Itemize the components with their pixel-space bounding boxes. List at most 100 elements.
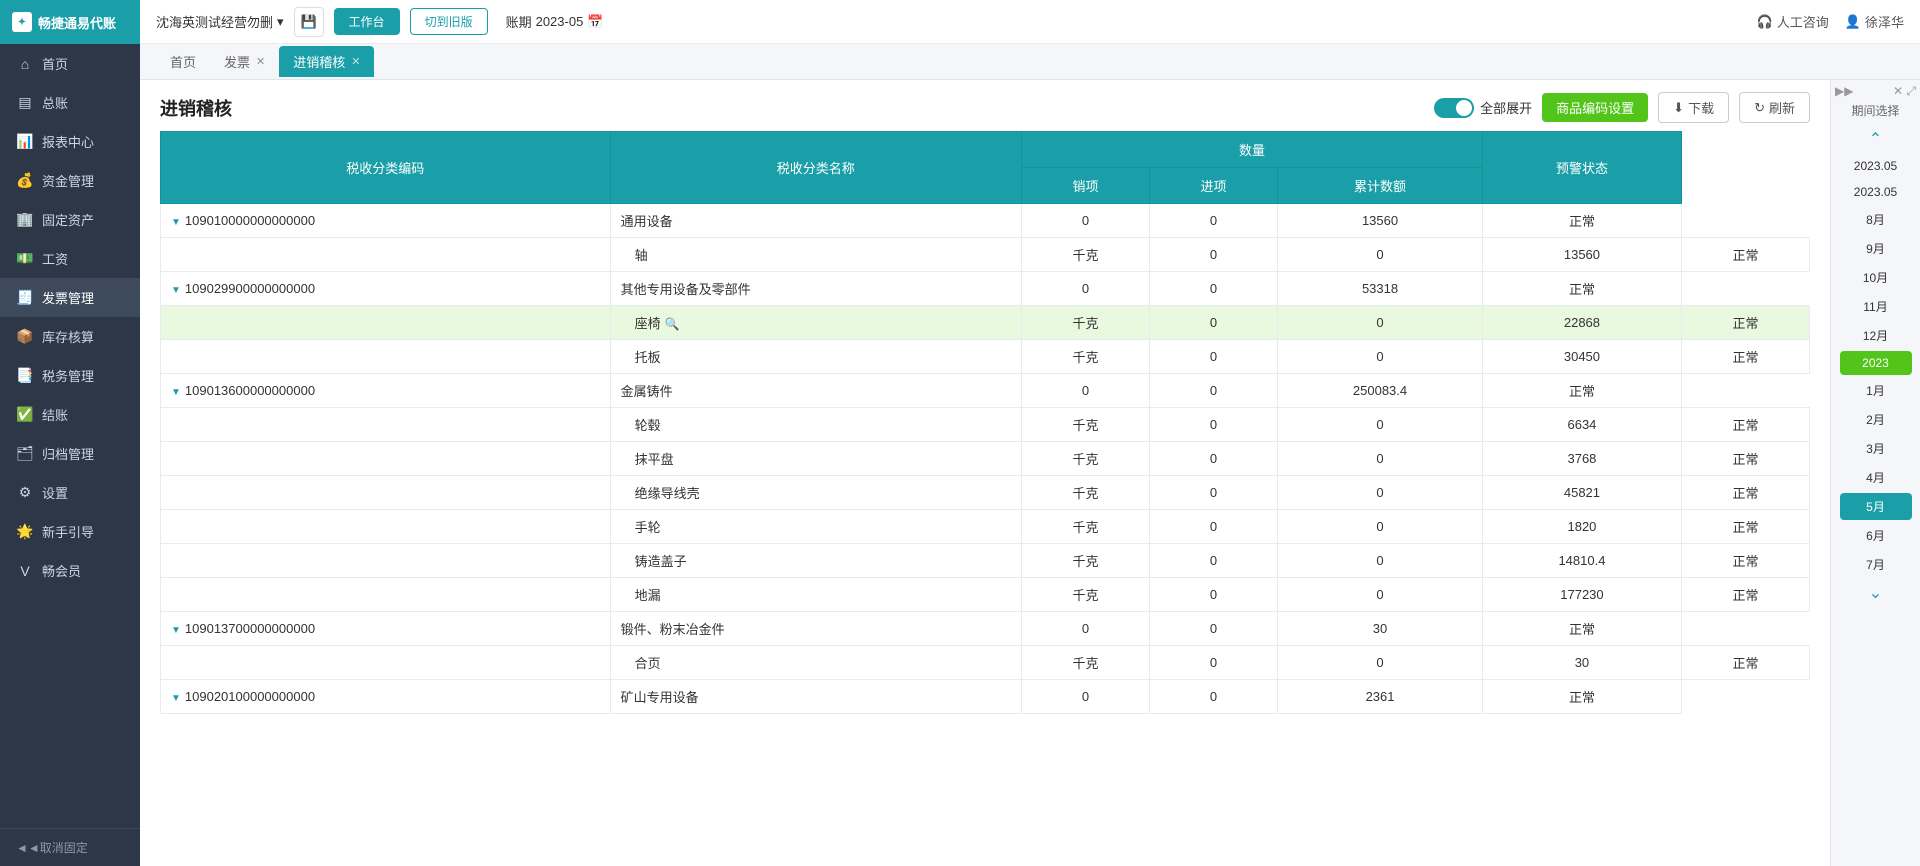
- table-row-sales: 0: [1150, 408, 1278, 442]
- service-button[interactable]: 🎧 人工咨询: [1757, 12, 1829, 31]
- expand-toggle[interactable]: [1434, 98, 1474, 118]
- table-row-unit: 千克: [1021, 476, 1149, 510]
- table-row-purchase: 0: [1278, 544, 1483, 578]
- tab-invoice[interactable]: 发票 ✕: [210, 46, 279, 77]
- table-row-sales: 0: [1150, 578, 1278, 612]
- ledger-icon: ▤: [16, 94, 34, 111]
- period-3[interactable]: 3月: [1840, 435, 1912, 462]
- expand-icon[interactable]: ▼: [171, 217, 181, 228]
- table-row-code: [161, 646, 611, 680]
- user-name: 徐泽华: [1865, 12, 1904, 31]
- table-row-unit: 千克: [1021, 646, 1149, 680]
- tab-invoice-close[interactable]: ✕: [256, 55, 265, 68]
- table-row-name: 通用设备: [610, 204, 1021, 238]
- settings-icon: ⚙: [16, 484, 34, 501]
- table-row-name: 轮毂: [610, 408, 1021, 442]
- sidebar-item-inventory[interactable]: 📦 库存核算: [0, 317, 140, 356]
- sidebar-item-assets[interactable]: 🏢 固定资产: [0, 200, 140, 239]
- save-button[interactable]: 💾: [294, 7, 324, 37]
- sidebar-footer-unpin[interactable]: ◄◄取消固定: [0, 828, 140, 866]
- table-row-sales: 0: [1150, 544, 1278, 578]
- download-btn[interactable]: ⬇ 下载: [1658, 92, 1729, 123]
- table-row-total: 30450: [1483, 340, 1682, 374]
- table-row: 轴 千克 0 0 13560 正常: [161, 238, 1810, 272]
- topbar: 沈海英测试经营勿删 ▾ 💾 工作台 切到旧版 账期 2023-05 📅 🎧 人工…: [140, 0, 1920, 44]
- panel-up-arrow[interactable]: ⌃: [1865, 125, 1886, 153]
- workspace-button[interactable]: 工作台: [334, 8, 400, 35]
- refresh-btn[interactable]: ↻ 刷新: [1739, 92, 1810, 123]
- tab-reconcile-label: 进销稽核: [293, 52, 345, 71]
- sidebar-item-checkout[interactable]: ✅ 结账: [0, 395, 140, 434]
- period-2[interactable]: 2月: [1840, 406, 1912, 433]
- period-7[interactable]: 7月: [1840, 551, 1912, 578]
- sidebar-item-tax[interactable]: 📑 税务管理: [0, 356, 140, 395]
- table-row-purchase: 0: [1150, 612, 1278, 646]
- table-row-status: 正常: [1681, 306, 1809, 340]
- table-row-code: [161, 578, 611, 612]
- col-quantity-group: 数量: [1021, 132, 1482, 168]
- company-selector[interactable]: 沈海英测试经营勿删 ▾: [156, 12, 284, 31]
- period-6[interactable]: 6月: [1840, 522, 1912, 549]
- period-12[interactable]: 12月: [1840, 322, 1912, 349]
- sidebar-item-home[interactable]: ⌂ 首页: [0, 44, 140, 83]
- period-1[interactable]: 1月: [1840, 377, 1912, 404]
- sidebar-item-report[interactable]: 📊 报表中心: [0, 122, 140, 161]
- table-row-purchase: 0: [1150, 272, 1278, 306]
- sidebar-item-ledger[interactable]: ▤ 总账: [0, 83, 140, 122]
- table-row-sales: 0: [1150, 340, 1278, 374]
- table-row-purchase: 0: [1278, 340, 1483, 374]
- period-4[interactable]: 4月: [1840, 464, 1912, 491]
- period-9[interactable]: 9月: [1840, 235, 1912, 262]
- tab-reconcile[interactable]: 进销稽核 ✕: [279, 46, 374, 77]
- expand-icon[interactable]: ▼: [171, 285, 181, 296]
- period-11[interactable]: 11月: [1840, 293, 1912, 320]
- guide-icon: 🌟: [16, 523, 34, 540]
- reconcile-table: 税收分类编码 税收分类名称 数量 预警状态 销项 进项 累计数额: [160, 131, 1810, 714]
- sidebar-item-invoice[interactable]: 🧾 发票管理: [0, 278, 140, 317]
- sidebar-item-archive[interactable]: 🗂 归档管理: [0, 434, 140, 473]
- period-8[interactable]: 8月: [1840, 206, 1912, 233]
- period-year-2023[interactable]: 2023: [1840, 351, 1912, 375]
- sidebar-item-settings[interactable]: ⚙ 设置: [0, 473, 140, 512]
- table-row-name: 绝缘导线壳: [610, 476, 1021, 510]
- calendar-icon[interactable]: 📅: [587, 14, 603, 30]
- sidebar-item-salary[interactable]: 💵 工资: [0, 239, 140, 278]
- table-row-sales: 0: [1021, 680, 1149, 714]
- period-5[interactable]: 5月: [1840, 493, 1912, 520]
- table-row: 轮毂 千克 0 0 6634 正常: [161, 408, 1810, 442]
- table-wrap: 税收分类编码 税收分类名称 数量 预警状态 销项 进项 累计数额: [140, 131, 1830, 866]
- switch-version-button[interactable]: 切到旧版: [410, 8, 488, 35]
- period-10[interactable]: 10月: [1840, 264, 1912, 291]
- sidebar-item-funds[interactable]: 💰 资金管理: [0, 161, 140, 200]
- table-row-sales: 0: [1150, 476, 1278, 510]
- main-area: 沈海英测试经营勿删 ▾ 💾 工作台 切到旧版 账期 2023-05 📅 🎧 人工…: [140, 0, 1920, 866]
- col-tax-name: 税收分类名称: [610, 132, 1021, 204]
- panel-down-arrow[interactable]: ⌄: [1865, 579, 1886, 607]
- table-row-sales: 0: [1150, 306, 1278, 340]
- period-display: 账期 2023-05 📅: [506, 12, 604, 31]
- table-row-code: [161, 442, 611, 476]
- tab-home[interactable]: 首页: [156, 46, 210, 77]
- period-2023-05-top[interactable]: 2023.05: [1840, 154, 1912, 178]
- table-row-name: 合页: [610, 646, 1021, 680]
- table-row-code: [161, 408, 611, 442]
- expand-icon[interactable]: ▼: [171, 625, 181, 636]
- expand-icon[interactable]: ▼: [171, 693, 181, 704]
- user-profile[interactable]: 👤 徐泽华: [1845, 12, 1904, 31]
- sidebar-item-guide[interactable]: 🌟 新手引导: [0, 512, 140, 551]
- table-row-code: ▼109020100000000000: [161, 680, 611, 714]
- table-row-total: 30: [1278, 612, 1483, 646]
- panel-close-icon[interactable]: ✕ ⤢: [1893, 84, 1916, 99]
- search-icon[interactable]: 🔍: [665, 317, 680, 331]
- product-code-btn[interactable]: 商品编码设置: [1542, 93, 1648, 122]
- period-2023-05-2[interactable]: 2023.05: [1840, 180, 1912, 204]
- table-row-purchase: 0: [1278, 510, 1483, 544]
- table-row-status: 正常: [1483, 374, 1682, 408]
- expand-icon[interactable]: ▼: [171, 387, 181, 398]
- tab-reconcile-close[interactable]: ✕: [351, 55, 360, 68]
- panel-expand-icon[interactable]: ▶▶: [1835, 84, 1853, 98]
- table-row-code: [161, 510, 611, 544]
- table-row-status: 正常: [1681, 238, 1809, 272]
- sidebar-item-member[interactable]: V 畅会员: [0, 551, 140, 590]
- table-row: 合页 千克 0 0 30 正常: [161, 646, 1810, 680]
